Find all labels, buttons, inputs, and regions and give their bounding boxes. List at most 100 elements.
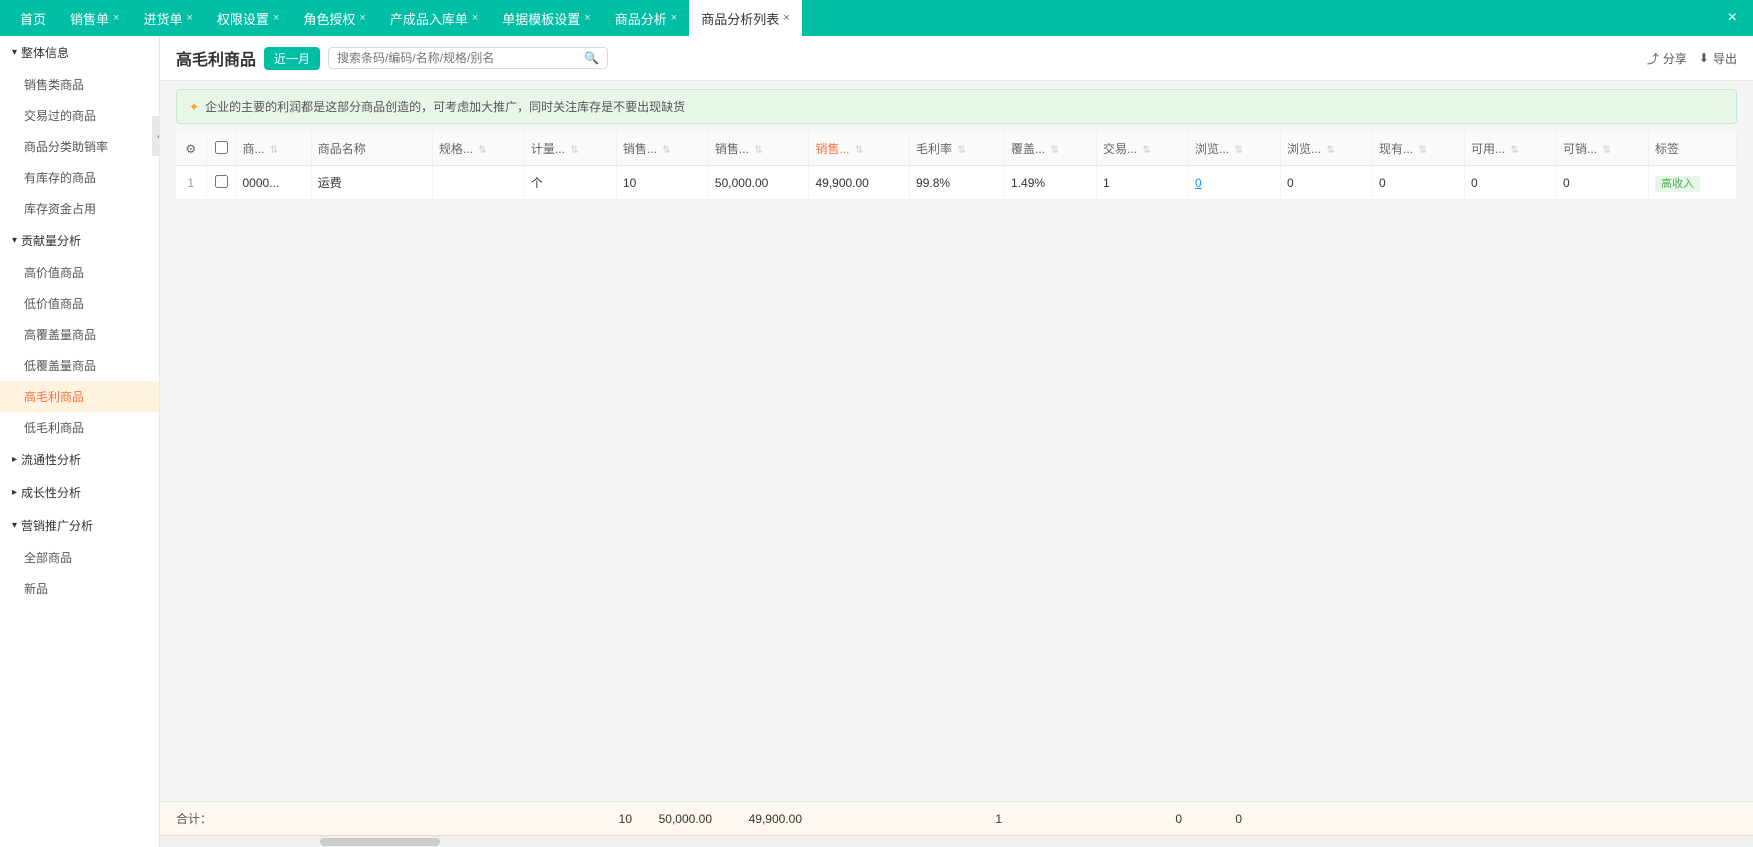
sort-icon-3: ⇅	[570, 145, 578, 156]
info-banner: ✦ 企业的主要的利润都是这部分商品创造的，可考虑加大推广，同时关注库存是不要出现…	[176, 89, 1737, 124]
col-coverage[interactable]: 覆盖... ⇅	[1005, 132, 1097, 166]
col-sales-cost[interactable]: 销售... ⇅	[809, 132, 910, 166]
search-input[interactable]	[337, 51, 584, 65]
row-select-checkbox[interactable]	[215, 175, 228, 188]
sidebar-item-in-stock[interactable]: 有库存的商品	[0, 162, 159, 193]
sidebar-item-high-coverage[interactable]: 高覆盖量商品	[0, 319, 159, 350]
nav-permissions[interactable]: 权限设置 ×	[205, 0, 291, 36]
info-icon: ✦	[189, 100, 199, 114]
row-num: 1	[176, 166, 206, 200]
sidebar-item-sales-goods[interactable]: 销售类商品	[0, 69, 159, 100]
nav-home[interactable]: 首页	[8, 0, 58, 36]
time-filter-button[interactable]: 近一月	[264, 47, 320, 70]
col-name[interactable]: 商品名称	[311, 132, 432, 166]
footer-bar: 合计： 10 50,000.00 49,900.00 1 0 0	[160, 801, 1753, 835]
row-code: 0000...	[236, 166, 311, 200]
col-gross-margin[interactable]: 毛利率 ⇅	[910, 132, 1005, 166]
nav-purchase[interactable]: 进货单 ×	[131, 0, 204, 36]
row-current-stock: 0	[1373, 166, 1465, 200]
nav-close-analysis[interactable]: ×	[671, 12, 677, 24]
sidebar-collapse-button[interactable]: «	[152, 116, 160, 156]
col-browse1[interactable]: 浏览... ⇅	[1189, 132, 1281, 166]
share-icon: ⤴	[1647, 50, 1659, 67]
nav-close-sales[interactable]: ×	[113, 12, 119, 24]
page-title: 高毛利商品	[176, 46, 256, 70]
col-transaction[interactable]: 交易... ⇅	[1097, 132, 1189, 166]
share-button[interactable]: ⤴ 分享	[1647, 50, 1687, 67]
main-layout: « ▾ 整体信息 销售类商品 交易过的商品 商品分类助销率 有库存的商品 库存资…	[0, 36, 1753, 847]
row-sales-qty: 10	[616, 166, 708, 200]
sidebar-group-contribution[interactable]: ▾ 贡献量分析	[0, 224, 159, 257]
col-settings[interactable]: ⚙	[176, 132, 206, 166]
sidebar-item-stock-capital[interactable]: 库存资金占用	[0, 193, 159, 224]
row-browse2: 0	[1281, 166, 1373, 200]
horizontal-scrollbar[interactable]	[160, 835, 1753, 847]
select-all-checkbox[interactable]	[215, 141, 228, 154]
row-checkbox[interactable]	[206, 166, 236, 200]
col-current-stock[interactable]: 现有... ⇅	[1373, 132, 1465, 166]
nav-close-roles[interactable]: ×	[359, 12, 365, 24]
nav-product-inbound[interactable]: 产成品入库单 ×	[378, 0, 490, 36]
col-spec[interactable]: 规格... ⇅	[432, 132, 524, 166]
sidebar-item-high-value[interactable]: 高价值商品	[0, 257, 159, 288]
footer-available: 0	[1182, 812, 1242, 826]
search-box: 🔍	[328, 47, 608, 69]
nav-close-template[interactable]: ×	[584, 12, 590, 24]
arrow-right-icon: ▸	[12, 454, 17, 465]
col-checkbox[interactable]	[206, 132, 236, 166]
search-icon[interactable]: 🔍	[584, 51, 599, 65]
top-nav: 首页 销售单 × 进货单 × 权限设置 × 角色授权 × 产成品入库单 × 单据…	[0, 0, 1753, 36]
footer-current-stock: 0	[1122, 812, 1182, 826]
sidebar-group-circulation[interactable]: ▸ 流通性分析	[0, 443, 159, 476]
sort-icon: ⇅	[270, 145, 278, 156]
sidebar-group-overall[interactable]: ▾ 整体信息	[0, 36, 159, 69]
arrow-down-icon-2: ▾	[12, 235, 17, 246]
sidebar-item-high-margin[interactable]: 高毛利商品	[0, 381, 159, 412]
row-coverage: 1.49%	[1005, 166, 1097, 200]
table-container: ⚙ 商... ⇅ 商品名称 规格... ⇅	[160, 132, 1753, 801]
col-unit[interactable]: 计量... ⇅	[524, 132, 616, 166]
footer-sales-cost: 49,900.00	[722, 812, 812, 826]
sidebar-item-new-goods[interactable]: 新品	[0, 573, 159, 604]
sidebar-item-low-coverage[interactable]: 低覆盖量商品	[0, 350, 159, 381]
sort-icon-12: ⇅	[1418, 145, 1426, 156]
arrow-down-icon-3: ▾	[12, 520, 17, 531]
row-transaction: 1	[1097, 166, 1189, 200]
export-button[interactable]: ⬇ 导出	[1699, 50, 1737, 67]
sidebar-item-category-rate[interactable]: 商品分类助销率	[0, 131, 159, 162]
col-sales-qty[interactable]: 销售... ⇅	[616, 132, 708, 166]
sidebar-item-low-value[interactable]: 低价值商品	[0, 288, 159, 319]
sidebar-item-all-goods[interactable]: 全部商品	[0, 542, 159, 573]
nav-close-product-inbound[interactable]: ×	[472, 12, 478, 24]
table-row: 1 0000... 运费 个 10 50,000.00 49,900.00 99…	[176, 166, 1737, 200]
row-browse1[interactable]: 0	[1189, 166, 1281, 200]
nav-close-analysis-list[interactable]: ×	[783, 12, 789, 24]
sort-icon-4: ⇅	[662, 145, 670, 156]
arrow-down-icon: ▾	[12, 47, 17, 58]
sidebar-item-low-margin[interactable]: 低毛利商品	[0, 412, 159, 443]
sort-icon-11: ⇅	[1326, 145, 1334, 156]
sidebar-group-marketing[interactable]: ▾ 营销推广分析	[0, 509, 159, 542]
arrow-right-icon-2: ▸	[12, 487, 17, 498]
col-saleable[interactable]: 可销... ⇅	[1557, 132, 1649, 166]
sidebar-item-traded-goods[interactable]: 交易过的商品	[0, 100, 159, 131]
row-available: 0	[1465, 166, 1557, 200]
footer-label: 合计：	[176, 810, 212, 827]
col-sales-amount[interactable]: 销售... ⇅	[708, 132, 809, 166]
col-tag[interactable]: 标签	[1649, 132, 1737, 166]
nav-product-analysis-list[interactable]: 商品分析列表 ×	[689, 0, 801, 36]
nav-product-analysis[interactable]: 商品分析 ×	[603, 0, 689, 36]
close-all-tabs[interactable]: ×	[1720, 9, 1745, 27]
nav-template[interactable]: 单据模板设置 ×	[490, 0, 602, 36]
footer-sales-qty: 10	[572, 812, 632, 826]
sort-icon-14: ⇅	[1602, 145, 1610, 156]
col-available[interactable]: 可用... ⇅	[1465, 132, 1557, 166]
nav-close-purchase[interactable]: ×	[186, 12, 192, 24]
col-code[interactable]: 商... ⇅	[236, 132, 311, 166]
scrollbar-thumb[interactable]	[320, 838, 440, 846]
col-browse2[interactable]: 浏览... ⇅	[1281, 132, 1373, 166]
nav-sales-order[interactable]: 销售单 ×	[58, 0, 131, 36]
nav-roles[interactable]: 角色授权 ×	[291, 0, 377, 36]
sidebar-group-growth[interactable]: ▸ 成长性分析	[0, 476, 159, 509]
nav-close-permissions[interactable]: ×	[273, 12, 279, 24]
